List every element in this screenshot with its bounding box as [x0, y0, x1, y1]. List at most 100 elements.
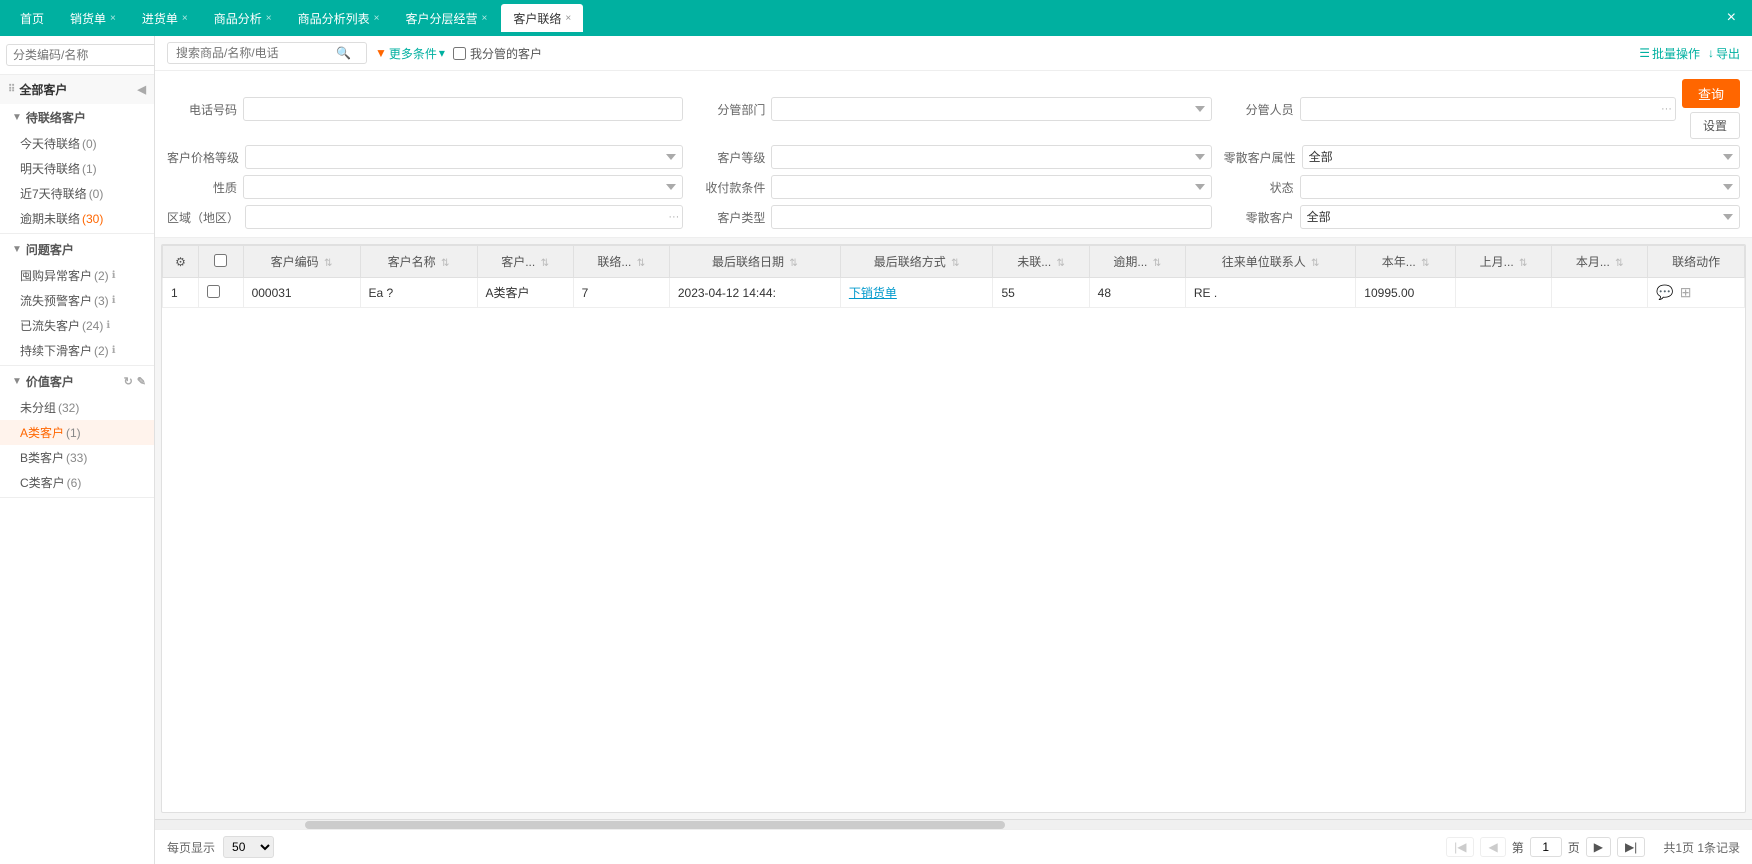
td-last-method-0[interactable]: 下销货单 — [840, 278, 993, 308]
th-this-year[interactable]: 本年... ⇅ — [1356, 246, 1456, 278]
sidebar-item-2-2[interactable]: B类客户(33) — [0, 445, 154, 470]
td-this-year-0: 10995.00 — [1356, 278, 1456, 308]
th-contact2[interactable]: 往来单位联系人 ⇅ — [1185, 246, 1355, 278]
nav-tab-close-4[interactable]: × — [374, 13, 380, 24]
retail-select[interactable]: 全部 — [1300, 205, 1740, 229]
adv-filter-row-price-level: 客户价格等级 — [167, 145, 683, 169]
sidebar-item-0-2[interactable]: 近7天待联络(0) — [0, 181, 154, 206]
region-more-icon[interactable]: ··· — [668, 211, 679, 223]
nav-tab-close-2[interactable]: × — [182, 13, 188, 24]
info-icon-1-3[interactable]: ℹ — [112, 345, 116, 356]
nav-tab-0[interactable]: 首页 — [8, 4, 56, 32]
nav-tab-6[interactable]: 客户联络× — [501, 4, 583, 32]
sidebar-search-input[interactable] — [6, 44, 155, 66]
th-last-method[interactable]: 最后联络方式 ⇅ — [840, 246, 993, 278]
nav-tab-4[interactable]: 商品分析列表× — [286, 4, 392, 32]
sidebar-item-count-1-2: (24) — [82, 319, 103, 333]
td-actions-0[interactable]: 💬⊞ — [1648, 278, 1745, 308]
my-customers-checkbox[interactable] — [453, 47, 466, 60]
close-main-button[interactable]: × — [1719, 7, 1744, 29]
dept-select[interactable] — [771, 97, 1211, 121]
chat-icon[interactable]: 💬 — [1656, 284, 1673, 301]
sort-contact2-icon: ⇅ — [1311, 258, 1319, 269]
edit-icon-2[interactable]: ✎ — [137, 375, 146, 388]
nav-tab-3[interactable]: 商品分析× — [202, 4, 284, 32]
th-this-month[interactable]: 本月... ⇅ — [1552, 246, 1648, 278]
nav-tab-2[interactable]: 进货单× — [130, 4, 200, 32]
query-setting-col: 查询 设置 — [1682, 79, 1740, 139]
sidebar-item-2-3[interactable]: C类客户(6) — [0, 470, 154, 495]
sidebar-group-2[interactable]: ▼价值客户↻✎ — [0, 368, 154, 395]
sidebar-group-1[interactable]: ▼问题客户 — [0, 236, 154, 263]
per-page-select[interactable]: 50 100 200 — [223, 836, 274, 858]
adv-filter-row-dept: 分管部门 — [695, 79, 1211, 139]
sidebar-item-2-1[interactable]: A类客户(1) — [0, 420, 154, 445]
sidebar-item-1-1[interactable]: 流失预警客户(3)ℹ — [0, 288, 154, 313]
status-select[interactable] — [1300, 175, 1740, 199]
person-input[interactable] — [1300, 97, 1676, 121]
more-filters-button[interactable]: ▼ 更多条件 ▾ — [375, 45, 445, 62]
payment-select[interactable] — [771, 175, 1211, 199]
th-action: 联络动作 — [1648, 246, 1745, 278]
h-scroll-thumb[interactable] — [305, 821, 1005, 829]
batch-op-label: 批量操作 — [1652, 45, 1700, 62]
select-all-checkbox[interactable] — [214, 254, 227, 267]
customers-table: ⚙ 客户编码 ⇅ 客户名称 ⇅ 客户... ⇅ 联络... ⇅ 最后联络日期 ⇅… — [162, 245, 1745, 308]
phone-input[interactable] — [243, 97, 683, 121]
th-last-month[interactable]: 上月... ⇅ — [1455, 246, 1551, 278]
sidebar-item-0-0[interactable]: 今天待联络(0) — [0, 131, 154, 156]
filter-search-input[interactable] — [176, 46, 336, 60]
cust-level-select[interactable] — [771, 145, 1211, 169]
pager-last-button[interactable]: ▶| — [1617, 837, 1645, 857]
td-seq-0: 1 — [163, 278, 199, 308]
nav-tab-5[interactable]: 客户分层经营× — [393, 4, 499, 32]
sidebar-group-0[interactable]: ▼待联络客户 — [0, 104, 154, 131]
info-icon-1-1[interactable]: ℹ — [112, 295, 116, 306]
sort-last-month-icon: ⇅ — [1519, 258, 1527, 269]
sidebar-item-1-2[interactable]: 已流失客户(24)ℹ — [0, 313, 154, 338]
region-input[interactable] — [245, 205, 683, 229]
price-level-select[interactable] — [245, 145, 683, 169]
pager-prev-button[interactable]: ◀ — [1480, 837, 1505, 857]
sidebar-item-0-1[interactable]: 明天待联络(1) — [0, 156, 154, 181]
retail-attr-select[interactable]: 全部 — [1302, 145, 1740, 169]
main-content: 🔍 ▼ 更多条件 ▾ 我分管的客户 ☰ 批量操作 ↓ 导出 — [155, 36, 1752, 864]
th-no-contact[interactable]: 未联... ⇅ — [993, 246, 1089, 278]
person-more-icon[interactable]: ··· — [1661, 103, 1672, 115]
nav-tab-1[interactable]: 销货单× — [58, 4, 128, 32]
refresh-icon-2[interactable]: ↻ — [124, 375, 133, 388]
th-level[interactable]: 客户... ⇅ — [477, 246, 573, 278]
table-wrap: ⚙ 客户编码 ⇅ 客户名称 ⇅ 客户... ⇅ 联络... ⇅ 最后联络日期 ⇅… — [161, 244, 1746, 813]
th-gear[interactable]: ⚙ — [163, 246, 199, 278]
td-checkbox-0[interactable] — [199, 278, 244, 308]
query-button[interactable]: 查询 — [1682, 79, 1740, 108]
nav-tab-close-6[interactable]: × — [565, 13, 571, 24]
batch-op-button[interactable]: ☰ 批量操作 — [1639, 45, 1700, 62]
filter-search-icon[interactable]: 🔍 — [336, 46, 351, 60]
sidebar-item-0-3[interactable]: 逾期未联络(30) — [0, 206, 154, 231]
nav-tab-close-3[interactable]: × — [266, 13, 272, 24]
page-number-input[interactable] — [1530, 837, 1562, 857]
sidebar-item-1-3[interactable]: 持续下滑客户(2)ℹ — [0, 338, 154, 363]
pager-next-button[interactable]: ▶ — [1586, 837, 1611, 857]
info-icon-1-2[interactable]: ℹ — [106, 320, 110, 331]
info-icon-1-0[interactable]: ℹ — [112, 270, 116, 281]
th-code[interactable]: 客户编码 ⇅ — [243, 246, 360, 278]
th-last-date[interactable]: 最后联络日期 ⇅ — [669, 246, 840, 278]
sidebar-item-count-2-0: (32) — [58, 401, 79, 415]
cust-type-input[interactable] — [771, 205, 1211, 229]
h-scroll-bar[interactable] — [155, 819, 1752, 829]
export-button[interactable]: ↓ 导出 — [1708, 45, 1740, 62]
all-customers-header[interactable]: ⠿ 全部客户 ◀ — [0, 75, 154, 104]
sidebar-item-1-0[interactable]: 囤购异常客户(2)ℹ — [0, 263, 154, 288]
sidebar-item-2-0[interactable]: 未分组(32) — [0, 395, 154, 420]
th-overdue[interactable]: 逾期... ⇅ — [1089, 246, 1185, 278]
qr-icon[interactable]: ⊞ — [1680, 284, 1692, 301]
nature-select[interactable] — [243, 175, 683, 199]
th-name[interactable]: 客户名称 ⇅ — [360, 246, 477, 278]
setting-button[interactable]: 设置 — [1690, 112, 1740, 139]
pager-first-button[interactable]: |◀ — [1446, 837, 1474, 857]
nav-tab-close-5[interactable]: × — [481, 13, 487, 24]
th-contact[interactable]: 联络... ⇅ — [573, 246, 669, 278]
nav-tab-close-1[interactable]: × — [110, 13, 116, 24]
